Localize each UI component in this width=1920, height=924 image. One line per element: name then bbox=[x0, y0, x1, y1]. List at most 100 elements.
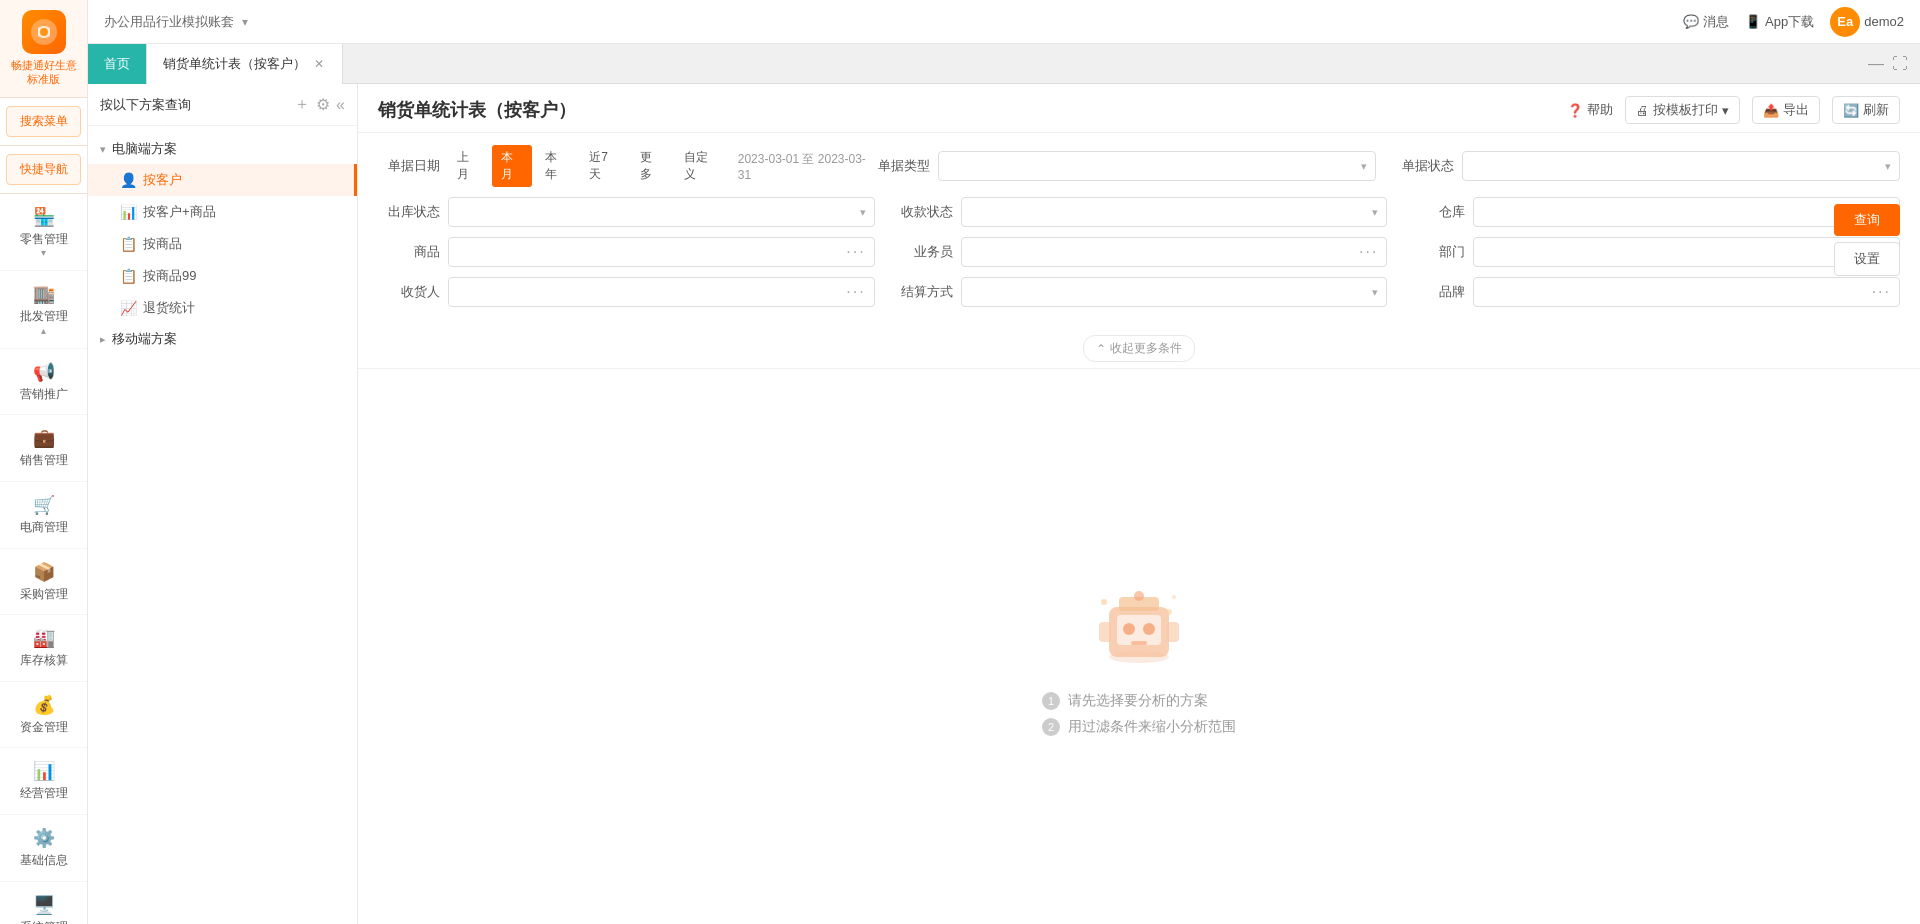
tree-item-return-stats-label: 退货统计 bbox=[143, 299, 195, 317]
warehouse-label: 仓库 bbox=[1403, 203, 1473, 221]
date-tab-custom[interactable]: 自定义 bbox=[675, 145, 726, 187]
sidebar-item-marketing[interactable]: 📢 营销推广 bbox=[0, 349, 87, 416]
by-customer-goods-icon: 📊 bbox=[120, 204, 137, 220]
payment-method-arrow: ▾ bbox=[1372, 286, 1378, 299]
action-bar: 查询 设置 bbox=[1834, 204, 1900, 276]
tree-group-mobile-header[interactable]: ▸ 移动端方案 bbox=[88, 324, 357, 354]
tree-item-by-customer-goods[interactable]: 📊 按客户+商品 bbox=[88, 196, 357, 228]
right-panel-wrapper: 销货单统计表（按客户） ❓ 帮助 🖨 按模板打印 ▾ 📤 bbox=[358, 84, 1920, 924]
add-scheme-button[interactable]: ＋ bbox=[294, 94, 310, 115]
brand-select[interactable]: ··· bbox=[1473, 277, 1900, 307]
pay-status-select[interactable]: ▾ bbox=[961, 197, 1388, 227]
goods-label: 商品 bbox=[378, 243, 448, 261]
search-menu-button[interactable]: 搜索菜单 bbox=[6, 106, 81, 137]
goods-dots: ··· bbox=[846, 243, 865, 261]
tab-maximize-button[interactable]: ⛶ bbox=[1888, 51, 1912, 77]
wholesale-icon: 🏬 bbox=[33, 283, 55, 305]
collapse-bar: ⌃ 收起更多条件 bbox=[358, 329, 1920, 369]
app-download-button[interactable]: 📱 App下载 bbox=[1745, 13, 1814, 31]
left-panel-body: ▾ 电脑端方案 👤 按客户 📊 按客户+商品 📋 按商品 bbox=[88, 126, 357, 924]
help-label: 帮助 bbox=[1587, 101, 1613, 119]
print-button[interactable]: 🖨 按模板打印 ▾ bbox=[1625, 96, 1740, 124]
tab-minimize-button[interactable]: — bbox=[1864, 51, 1888, 77]
collapse-panel-button[interactable]: « bbox=[336, 96, 345, 114]
quick-nav-button[interactable]: 快捷导航 bbox=[6, 154, 81, 185]
tree-item-return-stats[interactable]: 📈 退货统计 bbox=[88, 292, 357, 324]
tree-group-mobile-arrow: ▸ bbox=[100, 333, 106, 346]
status-select[interactable]: ▾ bbox=[1462, 151, 1900, 181]
sidebar-item-ecommerce[interactable]: 🛒 电商管理 bbox=[0, 482, 87, 549]
empty-tip-2: 2 用过滤条件来缩小分析范围 bbox=[1042, 718, 1236, 736]
out-status-select[interactable]: ▾ bbox=[448, 197, 875, 227]
date-tab-thisyear[interactable]: 本年 bbox=[536, 145, 576, 187]
print-label: 按模板打印 bbox=[1653, 101, 1718, 119]
tree-group-mobile-label: 移动端方案 bbox=[112, 330, 177, 348]
avatar: Ea bbox=[1830, 7, 1860, 37]
sales-icon: 💼 bbox=[33, 427, 55, 449]
tree-item-by-goods-label: 按商品 bbox=[143, 235, 182, 253]
svg-point-6 bbox=[1143, 623, 1155, 635]
tree-group-desktop: ▾ 电脑端方案 👤 按客户 📊 按客户+商品 📋 按商品 bbox=[88, 134, 357, 324]
sidebar-item-finance[interactable]: 💰 资金管理 bbox=[0, 682, 87, 749]
tree-item-by-customer[interactable]: 👤 按客户 bbox=[88, 164, 357, 196]
receiver-select[interactable]: ··· bbox=[448, 277, 875, 307]
payment-method-select[interactable]: ▾ bbox=[961, 277, 1388, 307]
out-status-arrow: ▾ bbox=[860, 206, 866, 219]
sales-stats-tab-label: 销货单统计表（按客户） bbox=[163, 55, 306, 73]
main-area: 办公用品行业模拟账套 ▾ 💬 消息 📱 App下载 Ea demo2 首页 销货… bbox=[88, 0, 1920, 924]
date-tab-more[interactable]: 更多 bbox=[631, 145, 671, 187]
sidebar-item-system[interactable]: 🖥️ 系统管理 bbox=[0, 882, 87, 924]
app-download-label: App下载 bbox=[1765, 13, 1814, 31]
retail-icon: 🏪 bbox=[33, 206, 55, 228]
sidebar-item-inventory[interactable]: 🏭 库存核算 bbox=[0, 615, 87, 682]
message-icon: 💬 bbox=[1683, 14, 1699, 29]
date-tab-last7[interactable]: 近7天 bbox=[580, 145, 626, 187]
tree-group-desktop-arrow: ▾ bbox=[100, 143, 106, 156]
tree-group-desktop-header[interactable]: ▾ 电脑端方案 bbox=[88, 134, 357, 164]
logo-icon bbox=[22, 10, 66, 54]
home-tab-label: 首页 bbox=[104, 55, 130, 73]
help-button[interactable]: ❓ 帮助 bbox=[1567, 101, 1613, 119]
collapse-button[interactable]: ⌃ 收起更多条件 bbox=[1083, 335, 1195, 362]
date-tab-thismonth[interactable]: 本月 bbox=[492, 145, 532, 187]
topbar-dropdown[interactable]: ▾ bbox=[242, 15, 248, 29]
export-button[interactable]: 📤 导出 bbox=[1752, 96, 1820, 124]
sidebar-item-basic[interactable]: ⚙️ 基础信息 bbox=[0, 815, 87, 882]
svg-point-12 bbox=[1101, 599, 1107, 605]
settings-button[interactable]: 设置 bbox=[1834, 242, 1900, 276]
settings-scheme-button[interactable]: ⚙ bbox=[316, 95, 330, 114]
refresh-button[interactable]: 🔄 刷新 bbox=[1832, 96, 1900, 124]
left-panel-title: 按以下方案查询 bbox=[100, 96, 191, 114]
sidebar-search-section: 搜索菜单 bbox=[0, 98, 87, 146]
salesperson-select[interactable]: ··· bbox=[961, 237, 1388, 267]
left-panel-actions: ＋ ⚙ « bbox=[294, 94, 345, 115]
type-select-arrow: ▾ bbox=[1361, 160, 1367, 173]
filter-row-4: 收货人 ··· 结算方式 ▾ 品牌 ··· bbox=[378, 277, 1900, 307]
message-label: 消息 bbox=[1703, 13, 1729, 31]
query-button[interactable]: 查询 bbox=[1834, 204, 1900, 236]
message-button[interactable]: 💬 消息 bbox=[1683, 13, 1729, 31]
salesperson-label: 业务员 bbox=[891, 243, 961, 261]
sidebar-item-wholesale[interactable]: 🏬 批发管理 ▴ bbox=[0, 271, 87, 349]
sidebar-item-purchase[interactable]: 📦 采购管理 bbox=[0, 549, 87, 616]
receiver-dots: ··· bbox=[846, 283, 865, 301]
tree-item-by-goods[interactable]: 📋 按商品 bbox=[88, 228, 357, 260]
system-icon: 🖥️ bbox=[33, 894, 55, 916]
marketing-icon: 📢 bbox=[33, 361, 55, 383]
sidebar-item-operations[interactable]: 📊 经营管理 bbox=[0, 748, 87, 815]
tip-text-1: 请先选择要分析的方案 bbox=[1068, 692, 1208, 710]
print-arrow: ▾ bbox=[1722, 103, 1729, 118]
tab-sales-stats[interactable]: 销货单统计表（按客户） ✕ bbox=[147, 44, 343, 84]
tab-home[interactable]: 首页 bbox=[88, 44, 147, 84]
date-tab-lastmonth[interactable]: 上月 bbox=[448, 145, 488, 187]
user-profile[interactable]: Ea demo2 bbox=[1830, 7, 1904, 37]
tab-close-button[interactable]: ✕ bbox=[312, 55, 326, 73]
goods-select[interactable]: ··· bbox=[448, 237, 875, 267]
sidebar-item-retail[interactable]: 🏪 零售管理 ▾ bbox=[0, 194, 87, 272]
type-select[interactable]: ▾ bbox=[938, 151, 1376, 181]
receiver-label: 收货人 bbox=[378, 283, 448, 301]
sidebar-item-sales[interactable]: 💼 销售管理 bbox=[0, 415, 87, 482]
sidebar: 畅捷通好生意 标准版 搜索菜单 快捷导航 🏪 零售管理 ▾ 🏬 批发管理 ▴ 📢… bbox=[0, 0, 88, 924]
tree-item-by-goods-99[interactable]: 📋 按商品99 bbox=[88, 260, 357, 292]
left-panel: 按以下方案查询 ＋ ⚙ « ▾ 电脑端方案 👤 按客户 bbox=[88, 84, 358, 924]
